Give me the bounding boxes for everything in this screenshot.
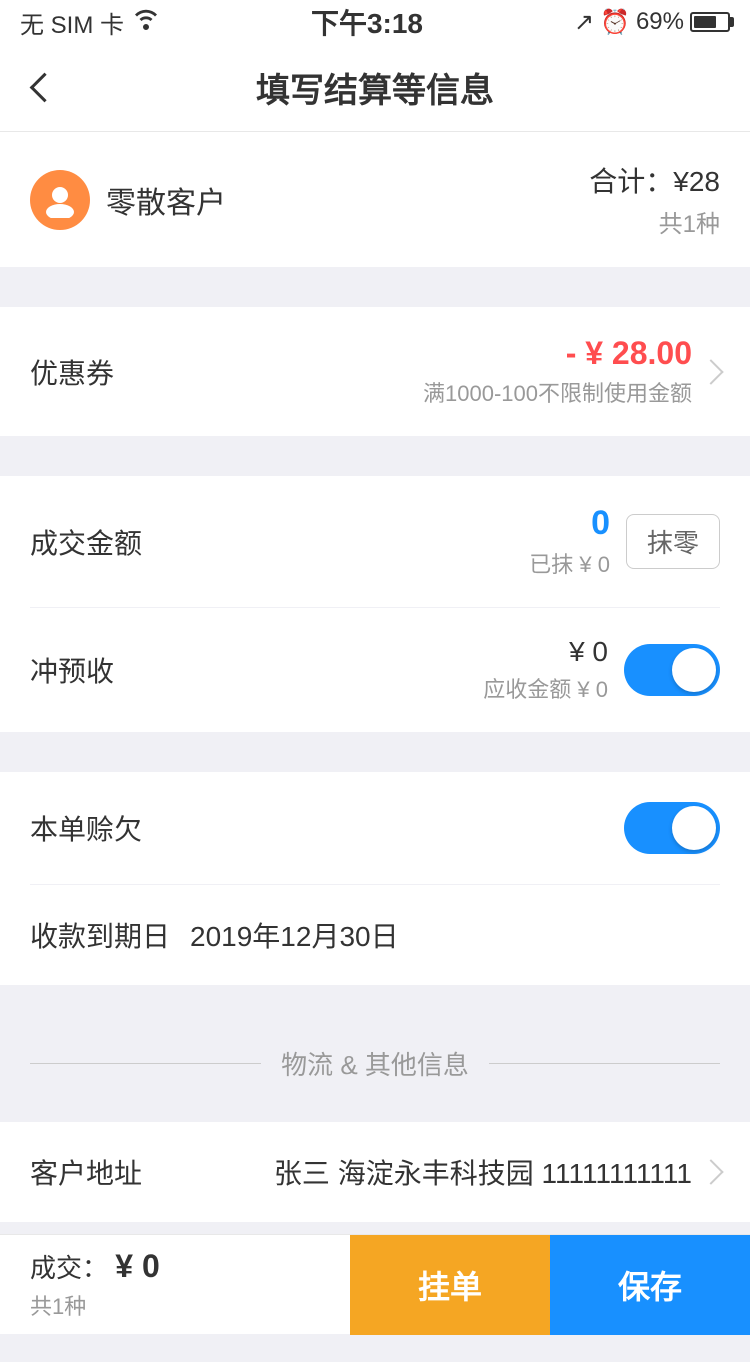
transaction-amount-sub: 已抹 ¥ 0 xyxy=(529,547,610,579)
bottom-count: 共1种 xyxy=(30,1289,320,1321)
logistics-line-left xyxy=(30,1063,261,1064)
logistics-header: 物流 & 其他信息 xyxy=(0,1025,750,1102)
customer-row[interactable]: 零散客户 合计：¥28 共1种 xyxy=(0,132,750,267)
status-right: ↗ ⏰ 69% xyxy=(574,8,730,37)
back-button[interactable] xyxy=(24,68,64,108)
prepay-amount-value: ¥ 0 xyxy=(483,636,608,668)
customer-section: 零散客户 合计：¥28 共1种 xyxy=(0,132,750,267)
status-bar: 无 SIM 卡 下午3:18 ↗ ⏰ 69% xyxy=(0,0,750,44)
bottom-deal-amount: ¥ 0 xyxy=(115,1248,159,1284)
logistics-label: 物流 & 其他信息 xyxy=(281,1045,469,1082)
bottom-bar: 成交： ¥ 0 共1种 挂单 保存 xyxy=(0,1234,750,1334)
transaction-amount-inner: 0 已抹 ¥ 0 xyxy=(529,504,610,579)
coupon-info: - ¥ 28.00 满1000-100不限制使用金额 xyxy=(423,335,692,408)
coupon-amount: - ¥ 28.00 xyxy=(423,335,692,372)
bottom-info: 成交： ¥ 0 共1种 xyxy=(0,1248,350,1321)
transaction-amount-right: 0 已抹 ¥ 0 抹零 xyxy=(529,504,720,579)
duedate-row[interactable]: 收款到期日 2019年12月30日 xyxy=(30,884,720,985)
alarm-icon: ⏰ xyxy=(600,8,630,37)
logistics-section: 物流 & 其他信息 xyxy=(0,1025,750,1102)
save-button[interactable]: 保存 xyxy=(550,1235,750,1335)
gap4 xyxy=(0,1005,750,1025)
coupon-desc: 满1000-100不限制使用金额 xyxy=(423,376,692,408)
gap1 xyxy=(0,287,750,307)
prepay-sub: 应收金额 ¥ 0 xyxy=(483,672,608,704)
hold-button[interactable]: 挂单 xyxy=(350,1235,550,1335)
gap2 xyxy=(0,456,750,476)
transaction-amount-value: 0 xyxy=(529,504,610,543)
address-value: 张三 海淀永丰科技园 11111111111 xyxy=(162,1152,692,1192)
total-count-text: 共1种 xyxy=(589,204,720,239)
prepay-toggle[interactable] xyxy=(624,644,720,696)
transaction-amount-label: 成交金额 xyxy=(30,522,142,562)
page-title: 填写结算等信息 xyxy=(256,63,494,112)
coupon-right: - ¥ 28.00 满1000-100不限制使用金额 xyxy=(423,335,720,408)
customer-total: 合计：¥28 共1种 xyxy=(589,160,720,239)
prepay-row: 冲预收 ¥ 0 应收金额 ¥ 0 xyxy=(30,607,720,732)
debt-label: 本单赊欠 xyxy=(30,808,142,848)
location-icon: ↗ xyxy=(574,8,594,37)
gap3 xyxy=(0,752,750,772)
round-zero-button[interactable]: 抹零 xyxy=(626,514,720,569)
prepay-label: 冲预收 xyxy=(30,650,114,690)
debt-section: 本单赊欠 收款到期日 2019年12月30日 xyxy=(0,772,750,985)
battery-percent: 69% xyxy=(636,8,684,36)
coupon-section: 优惠券 - ¥ 28.00 满1000-100不限制使用金额 xyxy=(0,307,750,436)
transaction-section: 成交金额 0 已抹 ¥ 0 抹零 冲预收 ¥ 0 应收金额 ¥ 0 xyxy=(0,476,750,732)
address-section: 客户地址 张三 海淀永丰科技园 11111111111 xyxy=(0,1122,750,1222)
nav-bar: 填写结算等信息 xyxy=(0,44,750,132)
logistics-line-right xyxy=(489,1063,720,1064)
status-left: 无 SIM 卡 xyxy=(20,5,160,40)
transaction-amount-row: 成交金额 0 已抹 ¥ 0 抹零 xyxy=(30,476,720,607)
status-time: 下午3:18 xyxy=(311,2,423,42)
duedate-label: 收款到期日 xyxy=(30,915,170,955)
coupon-row[interactable]: 优惠券 - ¥ 28.00 满1000-100不限制使用金额 xyxy=(0,307,750,436)
bottom-deal-row: 成交： ¥ 0 xyxy=(30,1248,320,1285)
coupon-label: 优惠券 xyxy=(30,352,114,392)
coupon-chevron-icon xyxy=(698,359,723,384)
customer-left: 零散客户 xyxy=(30,170,226,230)
address-row[interactable]: 客户地址 张三 海淀永丰科技园 11111111111 xyxy=(30,1122,720,1222)
address-label: 客户地址 xyxy=(30,1152,142,1192)
prepay-amount-inner: ¥ 0 应收金额 ¥ 0 xyxy=(483,636,608,704)
address-chevron-icon xyxy=(698,1159,723,1184)
customer-avatar xyxy=(30,170,90,230)
duedate-value: 2019年12月30日 xyxy=(190,915,399,955)
carrier-text: 无 SIM 卡 xyxy=(20,5,124,40)
debt-toggle[interactable] xyxy=(624,802,720,854)
customer-name: 零散客户 xyxy=(106,178,226,222)
prepay-right: ¥ 0 应收金额 ¥ 0 xyxy=(483,636,720,704)
battery-icon xyxy=(690,12,730,32)
debt-row: 本单赊欠 xyxy=(30,772,720,884)
wifi-icon xyxy=(132,8,160,37)
total-amount-text: 合计：¥28 xyxy=(589,160,720,200)
bottom-deal-label: 成交： xyxy=(30,1253,108,1283)
